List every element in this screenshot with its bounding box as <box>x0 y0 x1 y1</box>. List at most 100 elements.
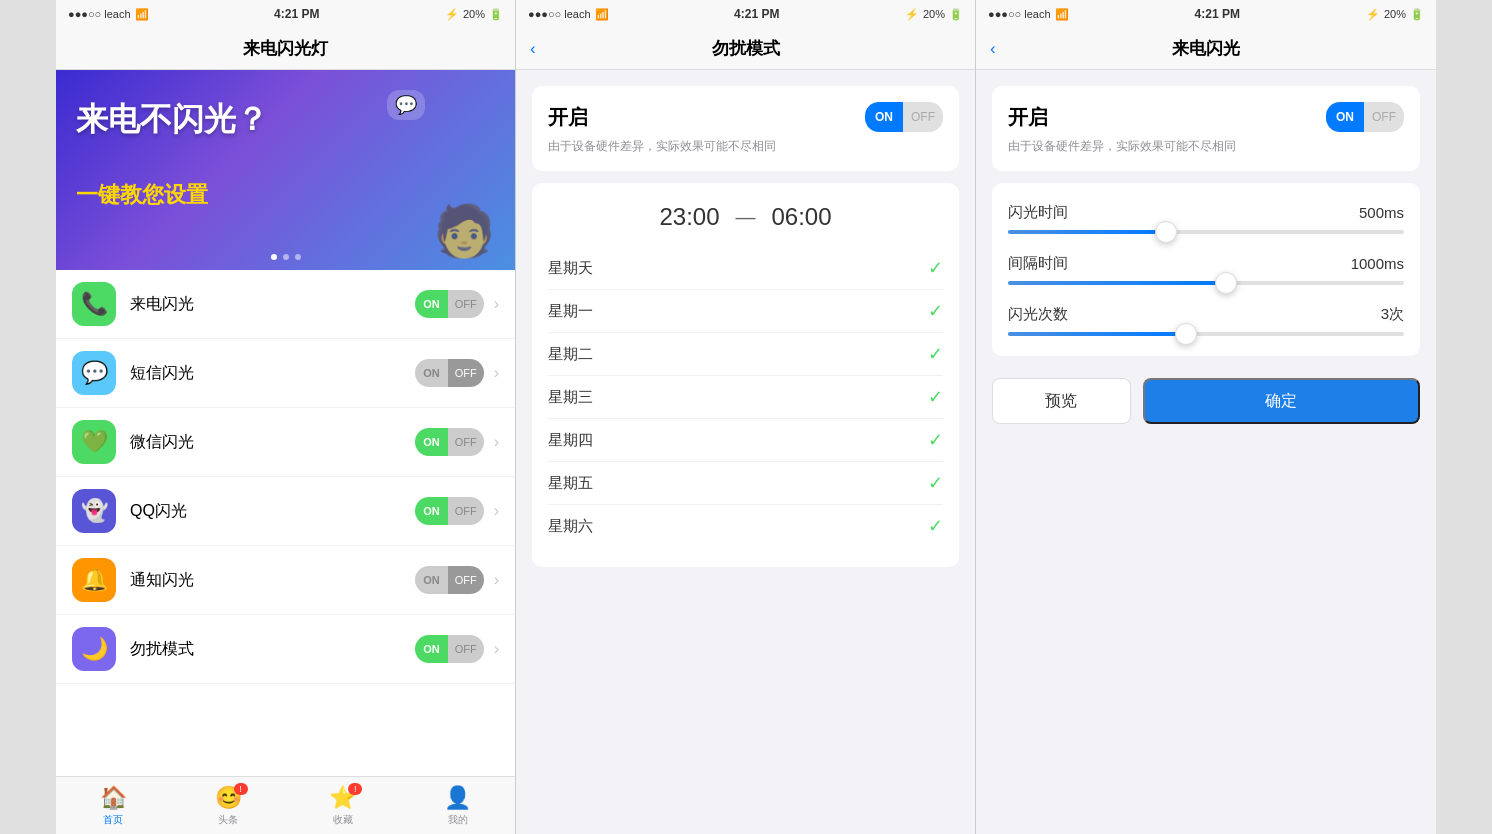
call-flash-chevron: › <box>494 295 499 313</box>
wechat-flash-label: 微信闪光 <box>130 432 415 453</box>
menu-item-dnd[interactable]: 🌙 勿扰模式 ON OFF › <box>56 615 515 684</box>
day-wednesday-label: 星期三 <box>548 388 593 407</box>
day-wednesday[interactable]: 星期三 ✓ <box>548 376 943 419</box>
menu-item-sms-flash[interactable]: 💬 短信闪光 ON OFF › <box>56 339 515 408</box>
dot-1[interactable] <box>271 254 277 260</box>
day-sunday-check: ✓ <box>928 257 943 279</box>
headline-badge: ! <box>234 783 248 795</box>
bt-icon-2: ⚡ <box>905 8 919 21</box>
day-sunday[interactable]: 星期天 ✓ <box>548 247 943 290</box>
day-saturday[interactable]: 星期六 ✓ <box>548 505 943 547</box>
battery-icon-3: 🔋 <box>1410 8 1424 21</box>
battery-icon-1: 🔋 <box>489 8 503 21</box>
nav-bar-3: ‹ 来电闪光 <box>976 28 1436 70</box>
status-bar-2: ●●●○○ leach 📶 4:21 PM ⚡ 20% 🔋 <box>516 0 975 28</box>
time-1: 4:21 PM <box>274 7 319 21</box>
tab-home-label: 首页 <box>103 813 123 827</box>
enable-toggle-2[interactable]: ON OFF <box>865 102 943 132</box>
enable-hint-2: 由于设备硬件差异，实际效果可能不尽相同 <box>548 138 943 155</box>
day-friday-label: 星期五 <box>548 474 593 493</box>
enable-row-3: 开启 ON OFF <box>1008 102 1404 132</box>
bt-icon-3: ⚡ <box>1366 8 1380 21</box>
toggle-on-label-2: ON <box>865 102 903 132</box>
collect-badge: ! <box>348 783 362 795</box>
back-button-2[interactable]: ‹ <box>530 39 536 59</box>
day-monday-check: ✓ <box>928 300 943 322</box>
bottom-tab-bar: 🏠 首页 😊 ! 头条 ⭐ ! 收藏 👤 我的 <box>56 776 515 834</box>
menu-item-notify-flash[interactable]: 🔔 通知闪光 ON OFF › <box>56 546 515 615</box>
call-flash-icon: 📞 <box>72 282 116 326</box>
tab-collect-label: 收藏 <box>333 813 353 827</box>
menu-item-call-flash[interactable]: 📞 来电闪光 ON OFF › <box>56 270 515 339</box>
dnd-chevron: › <box>494 640 499 658</box>
wechat-flash-toggle[interactable]: ON OFF <box>415 428 484 456</box>
day-friday[interactable]: 星期五 ✓ <box>548 462 943 505</box>
enable-label-3: 开启 <box>1008 104 1048 131</box>
wifi-icon-2: 📶 <box>595 8 609 21</box>
menu-item-wechat-flash[interactable]: 💚 微信闪光 ON OFF › <box>56 408 515 477</box>
day-tuesday[interactable]: 星期二 ✓ <box>548 333 943 376</box>
status-bar-3: ●●●○○ leach 📶 4:21 PM ⚡ 20% 🔋 <box>976 0 1436 28</box>
qq-flash-chevron: › <box>494 502 499 520</box>
mine-icon: 👤 <box>444 785 471 811</box>
day-thursday[interactable]: 星期四 ✓ <box>548 419 943 462</box>
flash-duration-fill <box>1008 230 1166 234</box>
nav-bar-1: 来电闪光灯 <box>56 28 515 70</box>
flash-count-thumb[interactable] <box>1175 323 1197 345</box>
sms-flash-toggle[interactable]: ON OFF <box>415 359 484 387</box>
interval-duration-row: 间隔时间 1000ms <box>1008 254 1404 285</box>
status-right-3: ⚡ 20% 🔋 <box>1366 8 1424 21</box>
battery-1: 20% <box>463 8 485 20</box>
qq-flash-toggle[interactable]: ON OFF <box>415 497 484 525</box>
dnd-toggle[interactable]: ON OFF <box>415 635 484 663</box>
time-3: 4:21 PM <box>1195 7 1240 21</box>
toggle-on-label-3: ON <box>1326 102 1364 132</box>
day-list: 星期天 ✓ 星期一 ✓ 星期二 ✓ 星期三 ✓ 星期四 ✓ <box>548 247 943 547</box>
nav-title-3: 来电闪光 <box>1172 37 1240 60</box>
time-2: 4:21 PM <box>734 7 779 21</box>
dot-2[interactable] <box>283 254 289 260</box>
time-row: 23:00 — 06:00 <box>548 203 943 231</box>
call-flash-toggle[interactable]: ON OFF <box>415 290 484 318</box>
battery-3: 20% <box>1384 8 1406 20</box>
time-from[interactable]: 23:00 <box>659 203 719 231</box>
notify-flash-label: 通知闪光 <box>130 570 415 591</box>
banner-subtitle: 一键教您设置 <box>76 180 208 210</box>
status-left-1: ●●●○○ leach 📶 <box>68 8 149 21</box>
time-to[interactable]: 06:00 <box>772 203 832 231</box>
day-thursday-check: ✓ <box>928 429 943 451</box>
menu-item-qq-flash[interactable]: 👻 QQ闪光 ON OFF › <box>56 477 515 546</box>
enable-toggle-3[interactable]: ON OFF <box>1326 102 1404 132</box>
battery-2: 20% <box>923 8 945 20</box>
sms-flash-label: 短信闪光 <box>130 363 415 384</box>
tab-collect[interactable]: ⭐ ! 收藏 <box>329 785 356 827</box>
notify-flash-icon: 🔔 <box>72 558 116 602</box>
qq-flash-icon: 👻 <box>72 489 116 533</box>
day-monday[interactable]: 星期一 ✓ <box>548 290 943 333</box>
time-separator: — <box>736 206 756 229</box>
day-saturday-label: 星期六 <box>548 517 593 536</box>
dot-3[interactable] <box>295 254 301 260</box>
battery-icon-2: 🔋 <box>949 8 963 21</box>
flash-duration-header: 闪光时间 500ms <box>1008 203 1404 222</box>
preview-button[interactable]: 预览 <box>992 378 1131 424</box>
schedule-card: 23:00 — 06:00 星期天 ✓ 星期一 ✓ 星期二 ✓ 星期三 <box>532 183 959 567</box>
tab-headline-label: 头条 <box>218 813 238 827</box>
tab-headline[interactable]: 😊 ! 头条 <box>215 785 242 827</box>
status-right-2: ⚡ 20% 🔋 <box>905 8 963 21</box>
interval-duration-thumb[interactable] <box>1215 272 1237 294</box>
flash-duration-value: 500ms <box>1359 204 1404 221</box>
back-button-3[interactable]: ‹ <box>990 39 996 59</box>
tab-home[interactable]: 🏠 首页 <box>100 785 127 827</box>
banner-dots <box>271 254 301 260</box>
confirm-button[interactable]: 确定 <box>1143 378 1420 424</box>
interval-duration-fill <box>1008 281 1226 285</box>
status-left-2: ●●●○○ leach 📶 <box>528 8 609 21</box>
notify-flash-toggle[interactable]: ON OFF <box>415 566 484 594</box>
settings-card: 闪光时间 500ms 间隔时间 1000ms <box>992 183 1420 356</box>
tab-mine[interactable]: 👤 我的 <box>444 785 471 827</box>
flash-duration-thumb[interactable] <box>1155 221 1177 243</box>
qq-flash-label: QQ闪光 <box>130 501 415 522</box>
home-icon: 🏠 <box>100 785 127 811</box>
tab-mine-label: 我的 <box>448 813 468 827</box>
